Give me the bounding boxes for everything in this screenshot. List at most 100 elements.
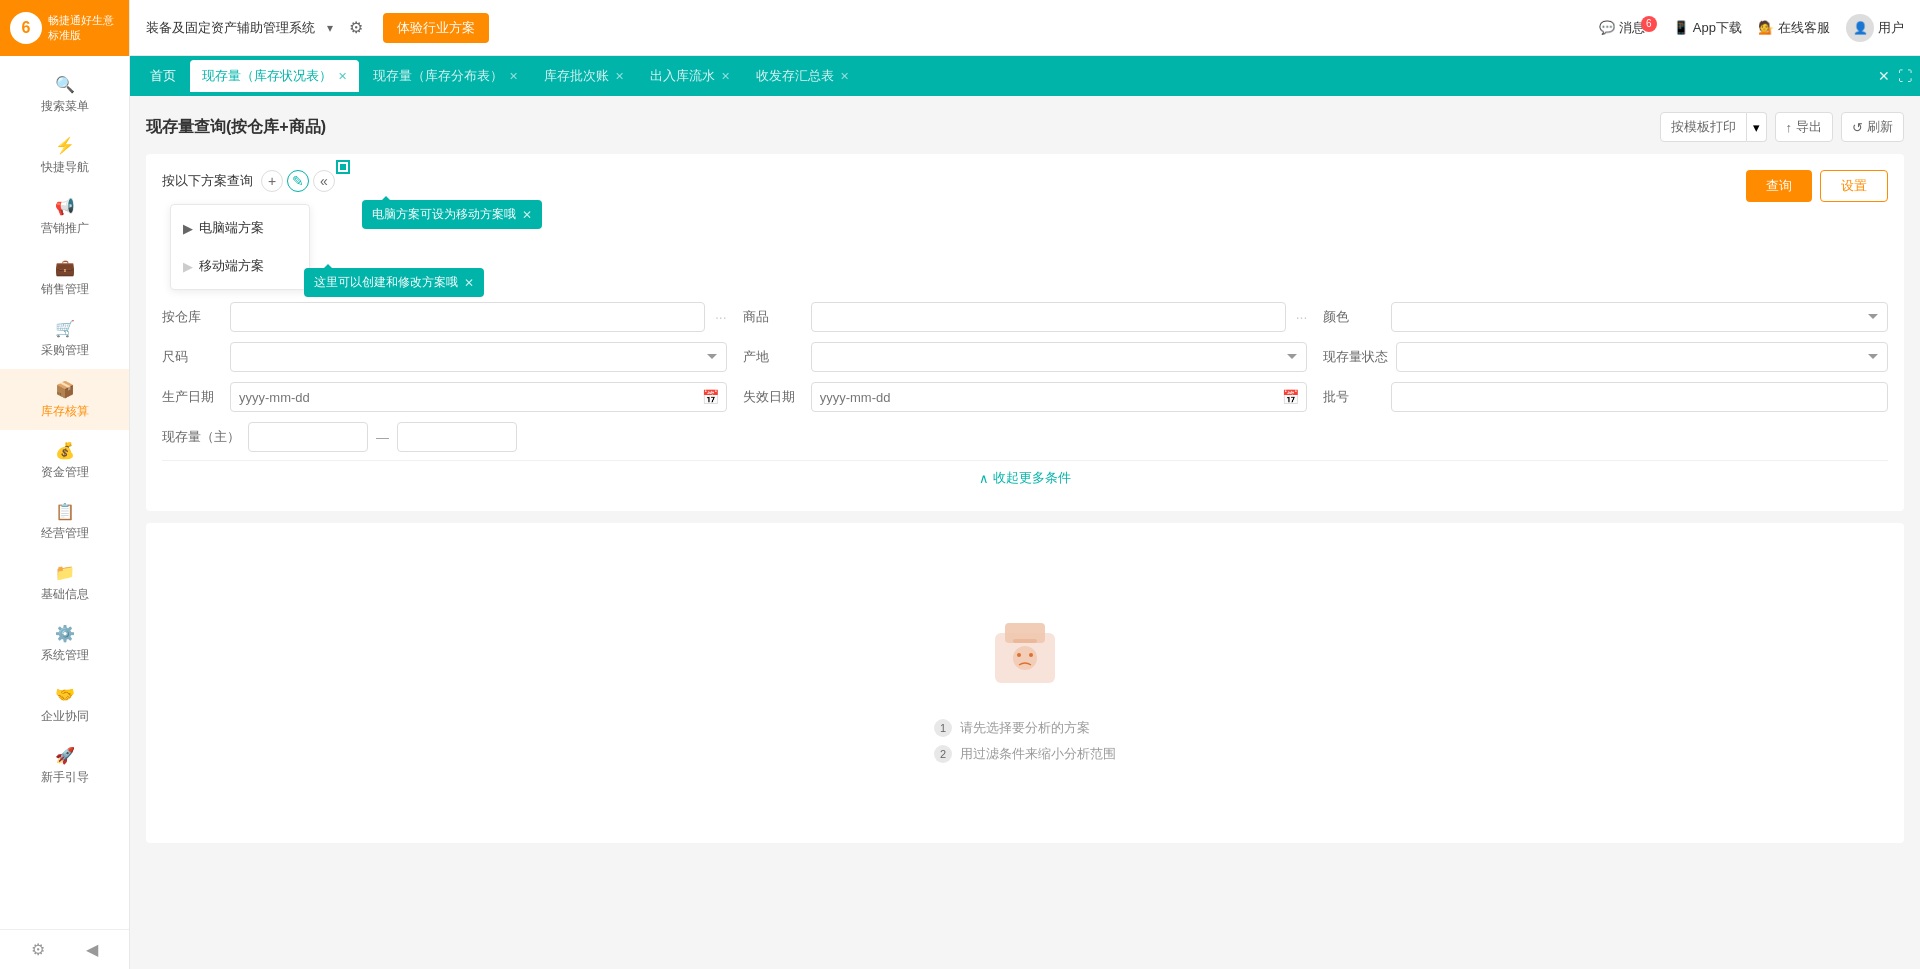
- tab-close-icon[interactable]: ✕: [509, 70, 518, 83]
- sidebar-item-finance[interactable]: 💰 资金管理: [0, 430, 129, 491]
- enterprise-icon: 🤝: [55, 684, 75, 704]
- tab-home[interactable]: 首页: [138, 60, 188, 92]
- user-action[interactable]: 👤 用户: [1846, 14, 1904, 42]
- edit-scheme-btn[interactable]: ✎: [287, 170, 309, 192]
- page-title: 现存量查询(按仓库+商品): [146, 117, 326, 138]
- sidebar-item-guide[interactable]: 🚀 新手引导: [0, 735, 129, 796]
- scheme-item-mobile[interactable]: ▶ 移动端方案: [171, 249, 309, 283]
- form-grid: 按仓库 ··· 商品 ··· 颜色 尺码: [162, 302, 1888, 412]
- empty-tip-2: 2 用过滤条件来缩小分析范围: [934, 745, 1116, 763]
- tab-stock-batch[interactable]: 库存批次账✕: [532, 60, 636, 92]
- tab-stock-status[interactable]: 现存量（库存状况表）✕: [190, 60, 359, 92]
- svg-point-2: [1013, 646, 1037, 670]
- sidebar-item-sales[interactable]: 💼 销售管理: [0, 247, 129, 308]
- refresh-button[interactable]: ↺ 刷新: [1841, 112, 1904, 142]
- tabs-bar: 首页现存量（库存状况表）✕现存量（库存分布表）✕库存批次账✕出入库流水✕收发存汇…: [130, 56, 1920, 96]
- sidebar-item-label: 快捷导航: [41, 159, 89, 176]
- sidebar-item-purchase[interactable]: 🛒 采购管理: [0, 308, 129, 369]
- tooltip-desktop-close[interactable]: ✕: [522, 208, 532, 222]
- goods-input[interactable]: [811, 302, 1286, 332]
- export-button[interactable]: ↑ 导出: [1775, 112, 1834, 142]
- print-btn-group: 按模板打印 ▾: [1660, 112, 1767, 142]
- sidebar-item-label: 系统管理: [41, 647, 89, 664]
- warehouse-input[interactable]: [230, 302, 705, 332]
- collapse-bar[interactable]: ∧ 收起更多条件: [162, 460, 1888, 495]
- query-btn-group: 查询 设置: [1746, 170, 1888, 202]
- sidebar-item-search[interactable]: 🔍 搜索菜单: [0, 64, 129, 125]
- guide-icon: 🚀: [55, 745, 75, 765]
- message-icon: 💬: [1599, 20, 1615, 35]
- tab-in-out-flow[interactable]: 出入库流水✕: [638, 60, 742, 92]
- stock-status-select[interactable]: [1396, 342, 1888, 372]
- svg-point-3: [1017, 653, 1021, 657]
- expire-date-icon[interactable]: 📅: [1282, 389, 1299, 405]
- form-row-expire-date: 失效日期 📅: [743, 382, 1308, 412]
- system-dropdown-icon[interactable]: ▾: [327, 21, 333, 35]
- search-button[interactable]: 查询: [1746, 170, 1812, 202]
- prod-date-icon[interactable]: 📅: [702, 389, 719, 405]
- form-row-size: 尺码: [162, 342, 727, 372]
- empty-tips: 1 请先选择要分析的方案 2 用过滤条件来缩小分析范围: [934, 719, 1116, 763]
- phone-icon: 📱: [1673, 20, 1689, 35]
- connector-dot: [338, 162, 348, 172]
- tab-label: 收发存汇总表: [756, 67, 834, 85]
- stock-min-input[interactable]: [248, 422, 368, 452]
- purchase-icon: 🛒: [55, 318, 75, 338]
- expire-date-label: 失效日期: [743, 388, 803, 406]
- form-row-warehouse: 按仓库 ···: [162, 302, 727, 332]
- form-row-prod-date: 生产日期 📅: [162, 382, 727, 412]
- tooltip-edit-close[interactable]: ✕: [464, 276, 474, 290]
- reset-button[interactable]: 设置: [1820, 170, 1888, 202]
- tab-close-icon[interactable]: ✕: [338, 70, 347, 83]
- header-settings-icon[interactable]: ⚙: [349, 18, 363, 37]
- sidebar-item-enterprise[interactable]: 🤝 企业协同: [0, 674, 129, 735]
- collapse-up-icon: ∧: [979, 471, 989, 486]
- prev-scheme-btn[interactable]: «: [313, 170, 335, 192]
- batch-input[interactable]: [1391, 382, 1888, 412]
- stock-max-input[interactable]: [397, 422, 517, 452]
- tab-label: 现存量（库存分布表）: [373, 67, 503, 85]
- scheme-item-desktop[interactable]: ▶ 电脑端方案: [171, 211, 309, 245]
- print-dropdown-icon[interactable]: ▾: [1747, 112, 1767, 142]
- prod-date-input[interactable]: [230, 382, 727, 412]
- sidebar-item-label: 采购管理: [41, 342, 89, 359]
- expand-icon[interactable]: ⛶: [1898, 68, 1912, 84]
- sidebar-item-operation[interactable]: 📋 经营管理: [0, 491, 129, 552]
- close-all-tabs-icon[interactable]: ✕: [1878, 68, 1890, 84]
- add-scheme-btn[interactable]: +: [261, 170, 283, 192]
- app-download-action[interactable]: 📱 App下载: [1673, 19, 1742, 37]
- sidebar-item-system[interactable]: ⚙️ 系统管理: [0, 613, 129, 674]
- sidebar-item-marketing[interactable]: 📢 营销推广: [0, 186, 129, 247]
- form-row-color: 颜色: [1323, 302, 1888, 332]
- warehouse-dots[interactable]: ···: [715, 309, 727, 325]
- app-logo[interactable]: 6 畅捷通好生意 标准版: [0, 0, 129, 56]
- tooltip-desktop: 电脑方案可设为移动方案哦 ✕: [362, 200, 542, 229]
- origin-select[interactable]: [811, 342, 1308, 372]
- tab-collect-send[interactable]: 收发存汇总表 ✕: [744, 60, 861, 92]
- collapse-sidebar-icon[interactable]: ◀: [86, 940, 98, 959]
- page-content: 现存量查询(按仓库+商品) 按模板打印 ▾ ↑ 导出 ↺ 刷新 按以: [130, 96, 1920, 969]
- query-header: 按以下方案查询 + ✎ « 电脑方案可设为移动方案哦 ✕: [162, 170, 1888, 192]
- tab-close-icon[interactable]: ✕: [721, 70, 730, 83]
- color-select[interactable]: [1391, 302, 1888, 332]
- size-select[interactable]: [230, 342, 727, 372]
- expire-date-input[interactable]: [811, 382, 1308, 412]
- tab-stock-dist[interactable]: 现存量（库存分布表） ✕: [361, 60, 530, 92]
- trial-button[interactable]: 体验行业方案: [383, 13, 489, 43]
- sidebar-item-basic[interactable]: 📁 基础信息: [0, 552, 129, 613]
- goods-dots[interactable]: ···: [1296, 309, 1308, 325]
- settings-icon[interactable]: ⚙: [31, 940, 45, 959]
- tab-close-icon[interactable]: ✕: [615, 70, 624, 83]
- form-row-goods: 商品 ···: [743, 302, 1308, 332]
- origin-label: 产地: [743, 348, 803, 366]
- svg-rect-5: [1013, 639, 1037, 643]
- sidebar-item-label: 销售管理: [41, 281, 89, 298]
- sidebar-item-nav[interactable]: ⚡ 快捷导航: [0, 125, 129, 186]
- sidebar: 6 畅捷通好生意 标准版 🔍 搜索菜单 ⚡ 快捷导航 📢 营销推广 💼 销售管理…: [0, 0, 130, 969]
- messages-action[interactable]: 💬 消息 6: [1599, 19, 1657, 37]
- online-support-action[interactable]: 💁 在线客服: [1758, 19, 1830, 37]
- sidebar-item-inventory[interactable]: 📦 库存核算: [0, 369, 129, 430]
- tab-close-icon[interactable]: ✕: [840, 70, 849, 83]
- print-button[interactable]: 按模板打印: [1660, 112, 1747, 142]
- query-label: 按以下方案查询: [162, 172, 253, 190]
